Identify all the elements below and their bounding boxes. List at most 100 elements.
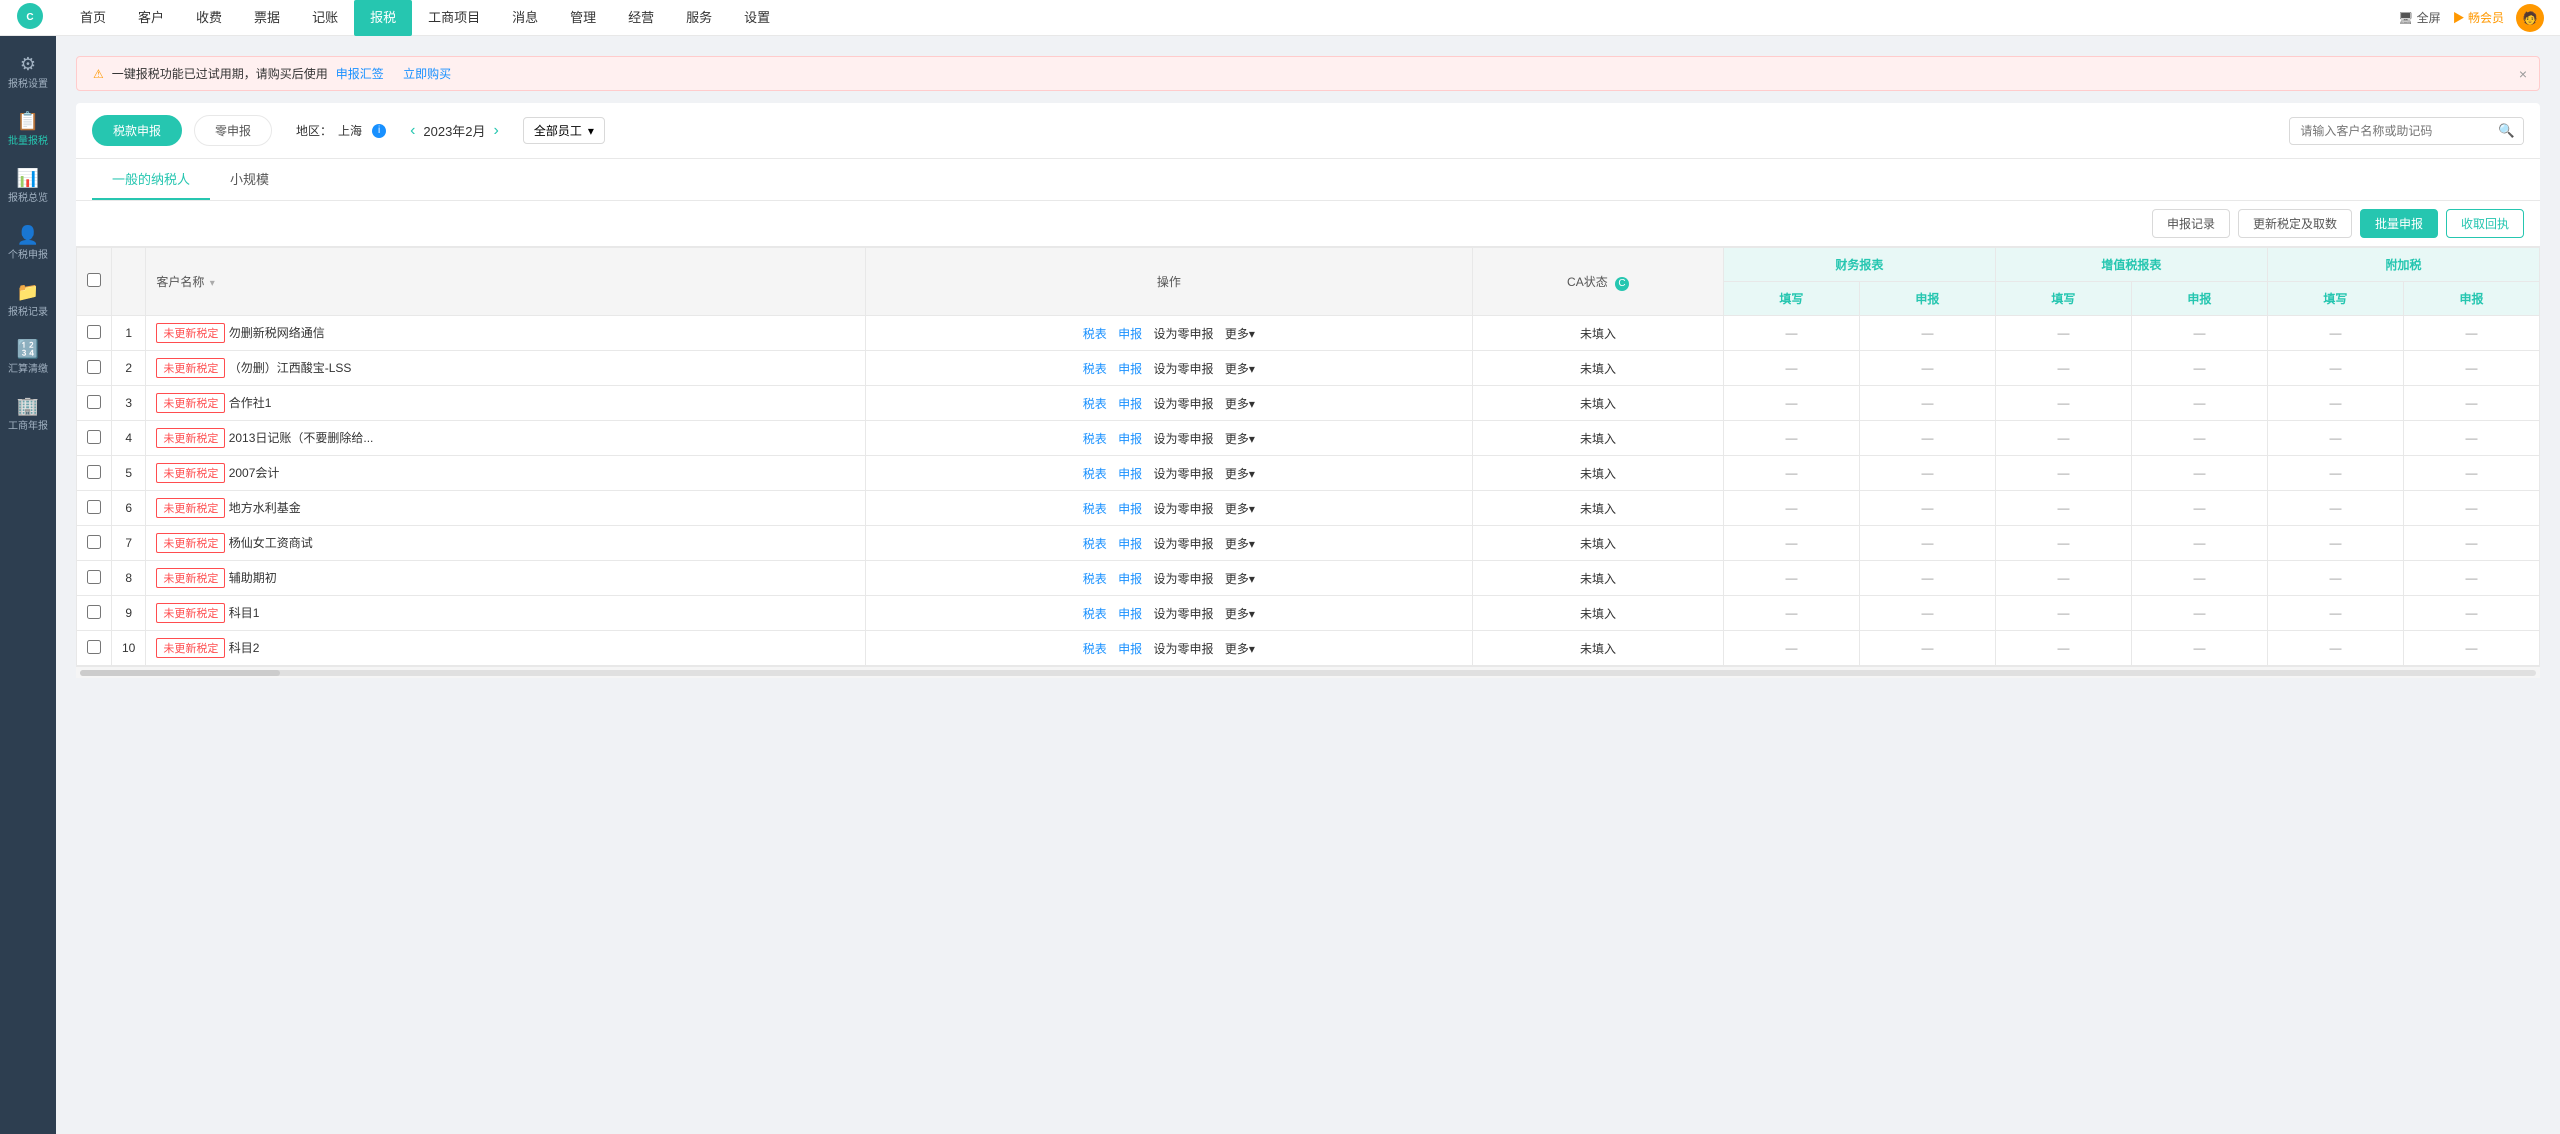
op-zero-declare-1[interactable]: 设为零申报 (1154, 362, 1214, 376)
nav-settings[interactable]: 设置 (728, 0, 786, 36)
bottom-scrollbar[interactable] (76, 666, 2540, 678)
op-more-4[interactable]: 更多▾ (1225, 467, 1255, 481)
sidebar-item-calc-clear[interactable]: 🔢 汇算清缴 (0, 329, 56, 386)
op-tax-form-1[interactable]: 税表 (1083, 362, 1107, 376)
op-zero-declare-4[interactable]: 设为零申报 (1154, 467, 1214, 481)
nav-account[interactable]: 记账 (296, 0, 354, 36)
zero-declare-tab[interactable]: 零申报 (194, 115, 272, 146)
row-tax-declare-0: — (2131, 316, 2267, 351)
notice-close-btn[interactable]: × (2519, 66, 2527, 82)
nav-tax[interactable]: 报税 (354, 0, 412, 36)
nav-operation[interactable]: 经营 (612, 0, 670, 36)
th-checkbox (77, 248, 112, 316)
row-checkbox-input-5[interactable] (87, 500, 101, 514)
nav-billing[interactable]: 收费 (180, 0, 238, 36)
region-info-icon[interactable]: i (372, 124, 386, 138)
op-declare-0[interactable]: 申报 (1118, 327, 1142, 341)
row-checkbox-input-4[interactable] (87, 465, 101, 479)
op-tax-form-7[interactable]: 税表 (1083, 572, 1107, 586)
op-declare-8[interactable]: 申报 (1118, 607, 1142, 621)
ca-info-icon[interactable]: C (1615, 277, 1629, 291)
op-declare-5[interactable]: 申报 (1118, 502, 1142, 516)
tax-declare-tab[interactable]: 税款申报 (92, 115, 182, 146)
tab-general-taxpayer[interactable]: 一般的纳税人 (92, 159, 210, 200)
staff-dropdown[interactable]: 全部员工 ▾ (523, 117, 605, 144)
op-zero-declare-6[interactable]: 设为零申报 (1154, 537, 1214, 551)
op-declare-1[interactable]: 申报 (1118, 362, 1142, 376)
row-checkbox-input-9[interactable] (87, 640, 101, 654)
op-declare-6[interactable]: 申报 (1118, 537, 1142, 551)
nav-manage[interactable]: 管理 (554, 0, 612, 36)
sidebar-item-batch-tax[interactable]: 📋 批量报税 (0, 101, 56, 158)
date-next-btn[interactable]: › (494, 122, 499, 140)
declare-record-btn[interactable]: 申报记录 (2152, 209, 2230, 238)
op-tax-form-5[interactable]: 税表 (1083, 502, 1107, 516)
search-input[interactable] (2290, 119, 2490, 143)
op-declare-4[interactable]: 申报 (1118, 467, 1142, 481)
op-tax-form-3[interactable]: 税表 (1083, 432, 1107, 446)
row-checkbox-input-8[interactable] (87, 605, 101, 619)
nav-message[interactable]: 消息 (496, 0, 554, 36)
sidebar-item-personal-tax[interactable]: 👤 个税申报 (0, 215, 56, 272)
op-zero-declare-5[interactable]: 设为零申报 (1154, 502, 1214, 516)
op-tax-form-4[interactable]: 税表 (1083, 467, 1107, 481)
op-zero-declare-8[interactable]: 设为零申报 (1154, 607, 1214, 621)
nav-client[interactable]: 客户 (122, 0, 180, 36)
op-zero-declare-9[interactable]: 设为零申报 (1154, 642, 1214, 656)
row-fin-fill-6: — (1723, 526, 1859, 561)
row-checkbox-input-7[interactable] (87, 570, 101, 584)
scroll-thumb[interactable] (80, 670, 280, 676)
sidebar-item-tax-overview[interactable]: 📊 报税总览 (0, 158, 56, 215)
nav-business[interactable]: 工商项目 (412, 0, 496, 36)
op-zero-declare-2[interactable]: 设为零申报 (1154, 397, 1214, 411)
notice-banner: ⚠ 一键报税功能已过试用期，请购买后使用 申报汇签 立即购买 × (76, 56, 2540, 91)
op-declare-3[interactable]: 申报 (1118, 432, 1142, 446)
op-declare-7[interactable]: 申报 (1118, 572, 1142, 586)
batch-declare-btn[interactable]: 批量申报 (2360, 209, 2438, 238)
sidebar-item-tax-records[interactable]: 📁 报税记录 (0, 272, 56, 329)
sidebar-item-business-report[interactable]: 🏢 工商年报 (0, 386, 56, 443)
main-table: 客户名称 ▾ 操作 CA状态 C 财务报表 增值税报表 附加税 填写 (76, 247, 2540, 666)
fullscreen-btn[interactable]: 🖥 全屏 (2398, 9, 2441, 26)
row-checkbox-input-6[interactable] (87, 535, 101, 549)
date-prev-btn[interactable]: ‹ (410, 122, 415, 140)
op-tax-form-2[interactable]: 税表 (1083, 397, 1107, 411)
row-ca-status-0: 未填入 (1473, 316, 1724, 351)
op-zero-declare-7[interactable]: 设为零申报 (1154, 572, 1214, 586)
op-more-5[interactable]: 更多▾ (1225, 502, 1255, 516)
nav-home[interactable]: 首页 (64, 0, 122, 36)
op-tax-form-8[interactable]: 税表 (1083, 607, 1107, 621)
op-zero-declare-3[interactable]: 设为零申报 (1154, 432, 1214, 446)
op-more-9[interactable]: 更多▾ (1225, 642, 1255, 656)
op-declare-9[interactable]: 申报 (1118, 642, 1142, 656)
op-tax-form-6[interactable]: 税表 (1083, 537, 1107, 551)
nav-invoice[interactable]: 票据 (238, 0, 296, 36)
collect-return-btn[interactable]: 收取回执 (2446, 209, 2524, 238)
user-avatar[interactable]: 🧑 (2516, 4, 2544, 32)
op-more-7[interactable]: 更多▾ (1225, 572, 1255, 586)
row-checkbox-input-1[interactable] (87, 360, 101, 374)
op-more-3[interactable]: 更多▾ (1225, 432, 1255, 446)
select-all-checkbox[interactable] (87, 273, 101, 287)
member-btn[interactable]: ▶ 畅会员 (2453, 9, 2504, 26)
tab-small-taxpayer[interactable]: 小规模 (210, 159, 289, 200)
declare-link[interactable]: 申报汇签 (336, 65, 384, 82)
op-more-2[interactable]: 更多▾ (1225, 397, 1255, 411)
op-zero-declare-0[interactable]: 设为零申报 (1154, 327, 1214, 341)
op-more-8[interactable]: 更多▾ (1225, 607, 1255, 621)
row-checkbox-input-0[interactable] (87, 325, 101, 339)
nav-service[interactable]: 服务 (670, 0, 728, 36)
op-more-1[interactable]: 更多▾ (1225, 362, 1255, 376)
row-checkbox-input-3[interactable] (87, 430, 101, 444)
op-declare-2[interactable]: 申报 (1118, 397, 1142, 411)
op-more-6[interactable]: 更多▾ (1225, 537, 1255, 551)
th-tax-declare: 申报 (2131, 282, 2267, 316)
buy-link[interactable]: 立即购买 (403, 65, 451, 82)
op-tax-form-0[interactable]: 税表 (1083, 327, 1107, 341)
op-tax-form-9[interactable]: 税表 (1083, 642, 1107, 656)
op-more-0[interactable]: 更多▾ (1225, 327, 1255, 341)
sidebar-item-tax-settings[interactable]: ⚙ 报税设置 (0, 44, 56, 101)
row-checkbox-input-2[interactable] (87, 395, 101, 409)
update-define-btn[interactable]: 更新税定及取数 (2238, 209, 2352, 238)
search-button[interactable]: 🔍 (2490, 118, 2523, 144)
